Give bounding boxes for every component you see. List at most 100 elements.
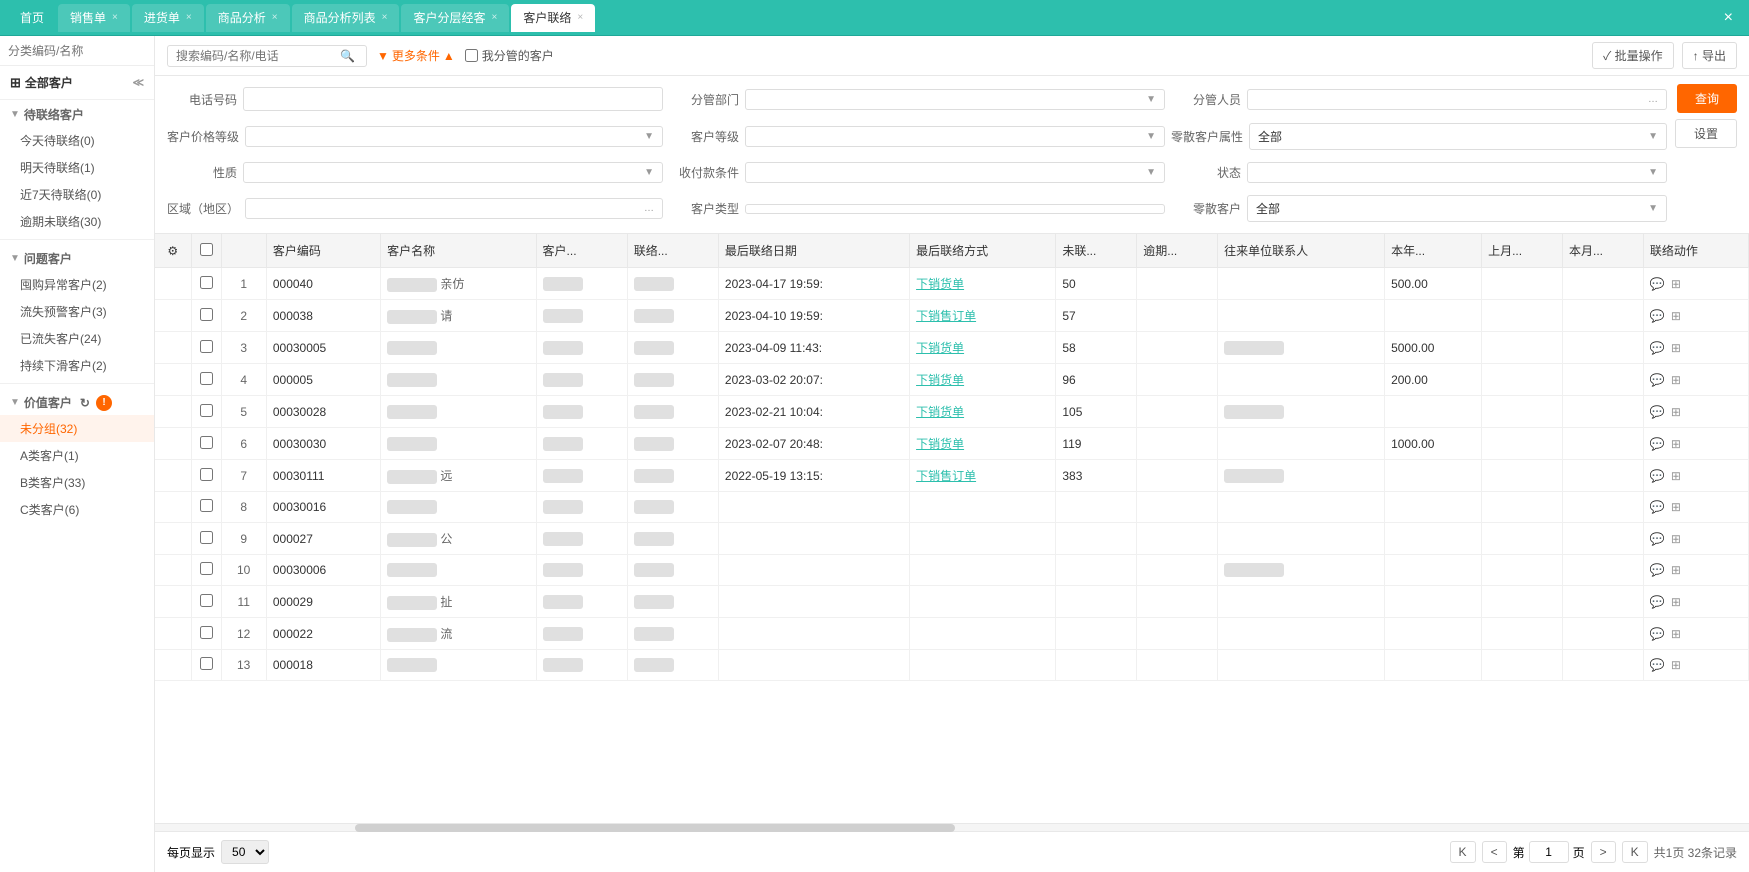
sidebar-search-input[interactable] xyxy=(8,44,155,58)
td-actions-1[interactable]: 💬 ⊞ xyxy=(1643,268,1748,300)
message-icon-3[interactable]: 💬 xyxy=(1650,341,1665,355)
tab-customer-segment[interactable]: 客户分层经客 × xyxy=(401,4,509,32)
sidebar-item-class-b[interactable]: B类客户(33) xyxy=(0,469,154,496)
td-checkbox-13[interactable] xyxy=(191,650,221,681)
td-last-method-9[interactable] xyxy=(910,523,1056,555)
tab-product-analysis-close[interactable]: × xyxy=(272,12,278,23)
main-search-icon[interactable]: 🔍 xyxy=(340,49,355,63)
td-last-method-6[interactable]: 下销货单 xyxy=(910,428,1056,460)
td-last-method-4[interactable]: 下销货单 xyxy=(910,364,1056,396)
sidebar-item-churned[interactable]: 已流失客户(24) xyxy=(0,325,154,352)
th-customer-code[interactable]: 客户编码 xyxy=(266,234,380,268)
td-last-method-13[interactable] xyxy=(910,650,1056,681)
sidebar-item-today-pending[interactable]: 今天待联络(0) xyxy=(0,127,154,154)
th-no-contact-days[interactable]: 未联... xyxy=(1056,234,1137,268)
td-actions-11[interactable]: 💬 ⊞ xyxy=(1643,586,1748,618)
th-settings[interactable]: ⚙ xyxy=(155,234,191,268)
td-checkbox-5[interactable] xyxy=(191,396,221,428)
next-page-btn[interactable]: > xyxy=(1591,841,1616,863)
sidebar-item-7day-pending[interactable]: 近7天待联络(0) xyxy=(0,181,154,208)
td-actions-13[interactable]: 💬 ⊞ xyxy=(1643,650,1748,681)
td-actions-10[interactable]: 💬 ⊞ xyxy=(1643,555,1748,586)
td-actions-5[interactable]: 💬 ⊞ xyxy=(1643,396,1748,428)
sidebar-collapse-icon[interactable]: ≪ xyxy=(132,76,144,89)
td-checkbox-8[interactable] xyxy=(191,492,221,523)
tab-purchase[interactable]: 进货单 × xyxy=(132,4,204,32)
td-last-method-1[interactable]: 下销货单 xyxy=(910,268,1056,300)
grid-action-icon-3[interactable]: ⊞ xyxy=(1671,341,1681,355)
td-last-method-5[interactable]: 下销货单 xyxy=(910,396,1056,428)
tab-sales[interactable]: 销售单 × xyxy=(58,4,130,32)
tab-product-analysis-list[interactable]: 商品分析列表 × xyxy=(292,4,400,32)
th-overdue[interactable]: 逾期... xyxy=(1137,234,1218,268)
tab-customer-contact-close[interactable]: × xyxy=(577,12,583,23)
sidebar-item-tomorrow-pending[interactable]: 明天待联络(1) xyxy=(0,154,154,181)
scrollbar-thumb[interactable] xyxy=(355,824,955,832)
page-number-input[interactable] xyxy=(1529,841,1569,863)
td-last-method-2[interactable]: 下销售订单 xyxy=(910,300,1056,332)
phone-input[interactable] xyxy=(243,87,663,111)
sidebar-item-churn-warning[interactable]: 流失预警客户(3) xyxy=(0,298,154,325)
horizontal-scrollbar[interactable] xyxy=(155,823,1749,831)
td-checkbox-12[interactable] xyxy=(191,618,221,650)
td-last-method-10[interactable] xyxy=(910,555,1056,586)
payment-select[interactable]: ▼ xyxy=(745,162,1165,183)
grid-action-icon-9[interactable]: ⊞ xyxy=(1671,532,1681,546)
message-icon-4[interactable]: 💬 xyxy=(1650,373,1665,387)
th-contact[interactable]: 联络... xyxy=(627,234,718,268)
sidebar-item-hoard-abnormal[interactable]: 囤购异常客户(2) xyxy=(0,271,154,298)
td-checkbox-11[interactable] xyxy=(191,586,221,618)
td-checkbox-2[interactable] xyxy=(191,300,221,332)
message-icon-9[interactable]: 💬 xyxy=(1650,532,1665,546)
td-checkbox-1[interactable] xyxy=(191,268,221,300)
td-actions-8[interactable]: 💬 ⊞ xyxy=(1643,492,1748,523)
sidebar-item-class-a[interactable]: A类客户(1) xyxy=(0,442,154,469)
grid-action-icon-2[interactable]: ⊞ xyxy=(1671,309,1681,323)
td-last-method-3[interactable]: 下销货单 xyxy=(910,332,1056,364)
td-actions-4[interactable]: 💬 ⊞ xyxy=(1643,364,1748,396)
main-search-input[interactable] xyxy=(176,49,336,63)
th-customer-name[interactable]: 客户名称 xyxy=(381,234,536,268)
retail-attr-select[interactable]: 全部 ▼ xyxy=(1249,123,1667,150)
value-group-refresh-icon[interactable]: ↻ xyxy=(80,396,90,410)
dept-select[interactable]: ▼ xyxy=(745,89,1165,110)
more-conditions-btn[interactable]: ▼ 更多条件 ▲ xyxy=(377,47,455,64)
prev-page-btn[interactable]: < xyxy=(1482,841,1507,863)
last-page-btn[interactable]: K xyxy=(1622,841,1648,863)
message-icon-7[interactable]: 💬 xyxy=(1650,469,1665,483)
th-this-month[interactable]: 本月... xyxy=(1562,234,1643,268)
grid-action-icon-12[interactable]: ⊞ xyxy=(1671,627,1681,641)
tab-customer-segment-close[interactable]: × xyxy=(491,12,497,23)
sidebar-group-pending[interactable]: ▼ 待联络客户 xyxy=(0,100,154,127)
td-last-method-8[interactable] xyxy=(910,492,1056,523)
nature-select[interactable]: ▼ xyxy=(243,162,663,183)
export-btn[interactable]: ↑ 导出 xyxy=(1682,42,1737,69)
sidebar-item-declining[interactable]: 持续下滑客户(2) xyxy=(0,352,154,379)
td-checkbox-6[interactable] xyxy=(191,428,221,460)
td-checkbox-9[interactable] xyxy=(191,523,221,555)
window-close-icon[interactable]: × xyxy=(1716,5,1741,31)
tab-product-analysis[interactable]: 商品分析 × xyxy=(206,4,290,32)
message-icon-13[interactable]: 💬 xyxy=(1650,658,1665,672)
td-actions-7[interactable]: 💬 ⊞ xyxy=(1643,460,1748,492)
sidebar-item-unclassified[interactable]: 未分组(32) xyxy=(0,415,154,442)
sidebar-group-problem[interactable]: ▼ 问题客户 xyxy=(0,244,154,271)
grid-action-icon-10[interactable]: ⊞ xyxy=(1671,563,1681,577)
th-this-year[interactable]: 本年... xyxy=(1385,234,1482,268)
th-last-month[interactable]: 上月... xyxy=(1482,234,1563,268)
price-level-select[interactable]: ▼ xyxy=(245,126,663,147)
message-icon-12[interactable]: 💬 xyxy=(1650,627,1665,641)
td-last-method-7[interactable]: 下销售订单 xyxy=(910,460,1056,492)
td-checkbox-10[interactable] xyxy=(191,555,221,586)
message-icon-1[interactable]: 💬 xyxy=(1650,277,1665,291)
td-last-method-12[interactable] xyxy=(910,618,1056,650)
reset-btn[interactable]: 设置 xyxy=(1675,119,1737,148)
td-actions-6[interactable]: 💬 ⊞ xyxy=(1643,428,1748,460)
th-assoc-contact[interactable]: 往来单位联系人 xyxy=(1218,234,1385,268)
td-last-method-11[interactable] xyxy=(910,586,1056,618)
td-checkbox-3[interactable] xyxy=(191,332,221,364)
customer-type-select[interactable] xyxy=(745,204,1165,214)
sidebar-group-value[interactable]: ▼ 价值客户 ↻ ! xyxy=(0,388,154,415)
tab-product-analysis-list-close[interactable]: × xyxy=(382,12,388,23)
message-icon-5[interactable]: 💬 xyxy=(1650,405,1665,419)
